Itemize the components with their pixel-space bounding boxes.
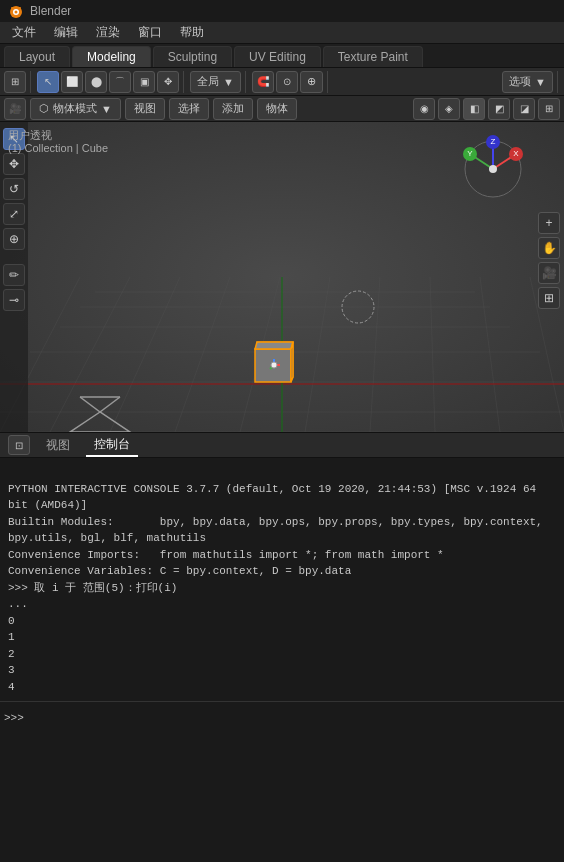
add-btn[interactable]: 添加 <box>213 98 253 120</box>
svg-marker-32 <box>291 342 293 382</box>
menu-bar: 文件 编辑 渲染 窗口 帮助 <box>0 22 564 44</box>
console-line: Builtin Modules: bpy, bpy.data, bpy.ops,… <box>8 514 556 547</box>
tab-modeling[interactable]: Modeling <box>72 46 151 67</box>
svg-text:Z: Z <box>491 137 496 146</box>
navigation-gizmo[interactable]: X Y Z <box>458 134 528 204</box>
console-input-field[interactable] <box>28 712 560 724</box>
box-select-btn[interactable]: ⬜ <box>61 71 83 93</box>
blender-logo-icon <box>8 3 24 19</box>
svg-point-36 <box>271 362 277 368</box>
console-prompt: >>> <box>4 712 24 724</box>
console-line: >>> 取 i 于 范围(5)：打印(i) <box>8 580 556 597</box>
camera-view-btn[interactable]: 🎥 <box>538 262 560 284</box>
grid-view-btn[interactable]: ⊞ <box>538 287 560 309</box>
console-line: 3 <box>8 662 556 679</box>
bottom-header: ⊡ 视图 控制台 <box>0 432 564 458</box>
toolbar-icon-btn[interactable]: ⊞ <box>4 71 26 93</box>
header-row2: 🎥 ⬡ 物体模式 ▼ 视图 选择 添加 物体 ◉ ◈ ◧ ◩ ◪ ⊞ <box>0 96 564 122</box>
toolbar-select-group: ↖ ⬜ ⬤ ⌒ ▣ ✥ <box>37 71 184 93</box>
tweak-btn[interactable]: ✥ <box>157 71 179 93</box>
console-line: Convenience Variables: C = bpy.context, … <box>8 563 556 580</box>
snap-btn[interactable]: 🧲 <box>252 71 274 93</box>
viewport-icon-btn[interactable]: 🎥 <box>4 98 26 120</box>
tab-uv-editing[interactable]: UV Editing <box>234 46 321 67</box>
title-bar: Blender <box>0 0 564 22</box>
shading-mode-btn3[interactable]: ◧ <box>463 98 485 120</box>
toolbar-options-group: 选项 ▼ <box>502 71 558 93</box>
chevron-down-icon2: ▼ <box>535 76 546 88</box>
toolbar-snap-group: 🧲 ⊙ ⊕ <box>252 71 328 93</box>
shading-mode-btn2[interactable]: ◈ <box>438 98 460 120</box>
viewport-perspective-label: 用户透视 <box>8 128 52 143</box>
proportional-btn[interactable]: ⊙ <box>276 71 298 93</box>
left-tools: ↖ ✥ ↺ ⤢ ⊕ ✏ ⊸ <box>0 122 28 432</box>
console-line: 0 <box>8 613 556 630</box>
workspace-tabs: Layout Modeling Sculpting UV Editing Tex… <box>0 44 564 68</box>
svg-text:Y: Y <box>467 149 473 158</box>
measure-tool[interactable]: ⊸ <box>3 289 25 311</box>
console-line: Convenience Imports: from mathutils impo… <box>8 547 556 564</box>
options-label: 选项 <box>509 74 531 89</box>
mode-chevron-icon: ▼ <box>101 103 112 115</box>
shading-mode-btn5[interactable]: ◪ <box>513 98 535 120</box>
chevron-down-icon: ▼ <box>223 76 234 88</box>
menu-help[interactable]: 帮助 <box>172 22 212 43</box>
scale-tool[interactable]: ⤢ <box>3 203 25 225</box>
menu-window[interactable]: 窗口 <box>130 22 170 43</box>
title-text: Blender <box>30 4 71 18</box>
console-line: 4 <box>8 679 556 696</box>
tab-sculpting[interactable]: Sculpting <box>153 46 232 67</box>
menu-file[interactable]: 文件 <box>4 22 44 43</box>
options-dropdown[interactable]: 选项 ▼ <box>502 71 553 93</box>
mode-icon: ⬡ <box>39 102 49 115</box>
snap-icon: ⊕ <box>307 75 316 88</box>
svg-point-47 <box>489 165 497 173</box>
circle-select-btn[interactable]: ⬤ <box>85 71 107 93</box>
console-input-area[interactable]: >>> <box>0 701 564 733</box>
console-line: 1 <box>8 629 556 646</box>
select-btn[interactable]: 选择 <box>169 98 209 120</box>
tab-texture-paint[interactable]: Texture Paint <box>323 46 423 67</box>
menu-edit[interactable]: 编辑 <box>46 22 86 43</box>
svg-marker-31 <box>255 342 293 349</box>
toolbar-transform-group: 全局 ▼ <box>190 71 246 93</box>
toolbar-mode-group: ⊞ <box>4 71 31 93</box>
shading-mode-btn4[interactable]: ◩ <box>488 98 510 120</box>
svg-rect-3 <box>11 7 21 9</box>
lasso-select-btn[interactable]: ⌒ <box>109 71 131 93</box>
right-viewport-tools: + ✋ 🎥 ⊞ <box>538 212 560 309</box>
transform-dropdown[interactable]: 全局 ▼ <box>190 71 241 93</box>
svg-text:X: X <box>513 149 519 158</box>
transform-label: 全局 <box>197 74 219 89</box>
transform-tool[interactable]: ⊕ <box>3 228 25 250</box>
menu-render[interactable]: 渲染 <box>88 22 128 43</box>
mode-label: 物体模式 <box>53 101 97 116</box>
console-line: ... <box>8 596 556 613</box>
shading-mode-btn1[interactable]: ◉ <box>413 98 435 120</box>
toolbar-row: ⊞ ↖ ⬜ ⬤ ⌒ ▣ ✥ 全局 ▼ 🧲 ⊙ ⊕ 选项 ▼ <box>0 68 564 96</box>
console-output: PYTHON INTERACTIVE CONSOLE 3.7.7 (defaul… <box>0 458 564 701</box>
svg-point-2 <box>15 11 18 14</box>
overlay-btn[interactable]: ⊞ <box>538 98 560 120</box>
rotate-tool[interactable]: ↺ <box>3 178 25 200</box>
view-btn[interactable]: 视图 <box>125 98 165 120</box>
console-line: 2 <box>8 646 556 663</box>
snap-dropdown[interactable]: ⊕ <box>300 71 323 93</box>
extra-select-btn[interactable]: ▣ <box>133 71 155 93</box>
select-tool-btn[interactable]: ↖ <box>37 71 59 93</box>
viewport[interactable]: ↖ ✥ ↺ ⤢ ⊕ ✏ ⊸ 用户透视 (1) Collection | Cube… <box>0 122 564 432</box>
pan-btn[interactable]: ✋ <box>538 237 560 259</box>
console-icon-btn[interactable]: ⊡ <box>8 435 30 455</box>
move-tool[interactable]: ✥ <box>3 153 25 175</box>
tab-layout[interactable]: Layout <box>4 46 70 67</box>
annotate-tool[interactable]: ✏ <box>3 264 25 286</box>
tab-view[interactable]: 视图 <box>38 435 78 456</box>
mode-dropdown[interactable]: ⬡ 物体模式 ▼ <box>30 98 121 120</box>
viewport-breadcrumb: (1) Collection | Cube <box>8 142 108 154</box>
zoom-in-btn[interactable]: + <box>538 212 560 234</box>
tab-console[interactable]: 控制台 <box>86 434 138 457</box>
console-line: PYTHON INTERACTIVE CONSOLE 3.7.7 (defaul… <box>8 481 556 514</box>
object-btn[interactable]: 物体 <box>257 98 297 120</box>
